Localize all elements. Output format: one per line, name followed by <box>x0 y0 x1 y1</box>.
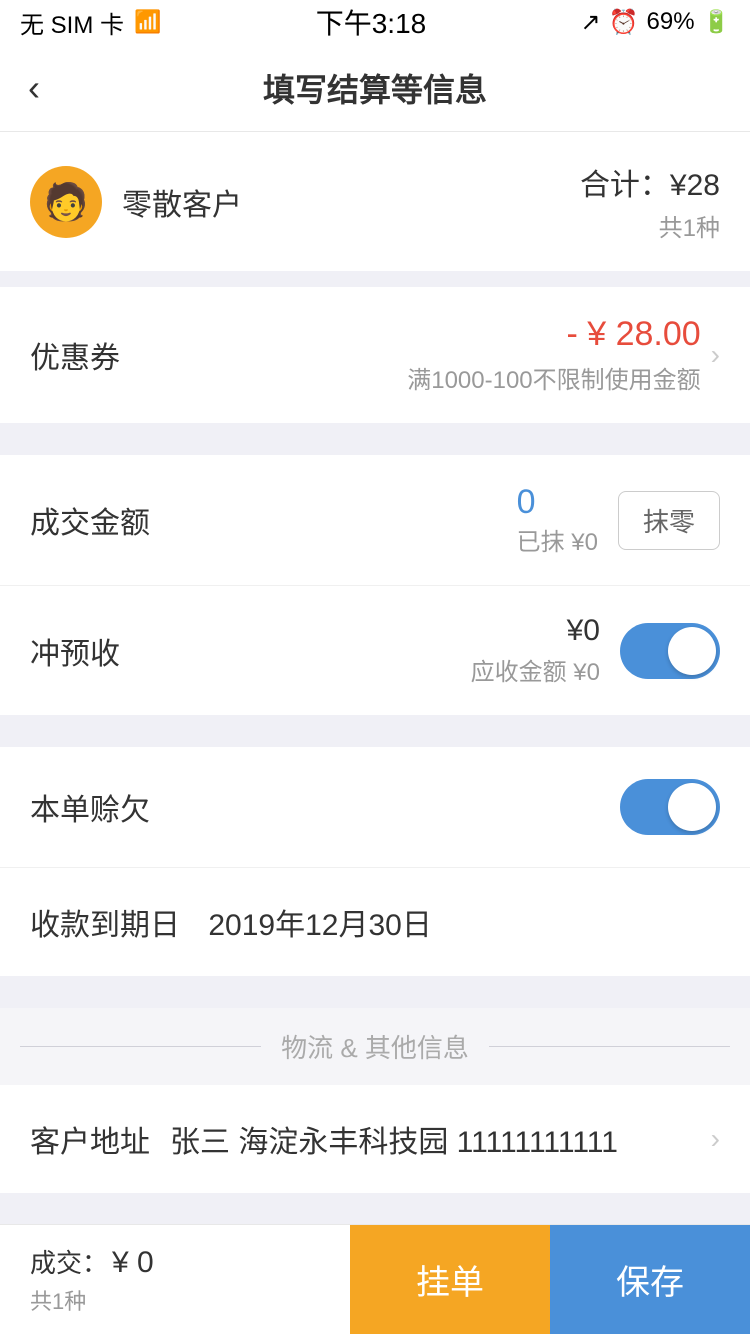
bottom-left: 成交： ¥ 0 共1种 <box>0 1243 350 1316</box>
deal-amount-section: 成交金额 0 已抹 ¥0 抹零 冲预收 ¥0 应收金额 ¥0 <box>0 455 750 715</box>
bottom-count: 共1种 <box>30 1284 320 1316</box>
carrier-text: 无 SIM 卡 <box>20 5 124 40</box>
bottom-deal-label: 成交： <box>30 1243 108 1280</box>
bottom-deal-value: ¥ 0 <box>112 1246 154 1280</box>
customer-left: 🧑 零散客户 <box>30 166 242 238</box>
chevron-right-icon: › <box>711 339 720 371</box>
coupon-row[interactable]: 优惠券 - ¥ 28.00 满1000-100不限制使用金额 › <box>0 287 750 423</box>
preadvance-toggle[interactable] <box>620 623 720 679</box>
preadvance-value-block: ¥0 应收金额 ¥0 <box>471 614 600 687</box>
due-date-label: 收款到期日 <box>30 909 180 942</box>
battery-icon: 🔋 <box>703 9 730 35</box>
debt-toggle[interactable] <box>620 779 720 835</box>
customer-section: 🧑 零散客户 合计：¥28 共1种 <box>0 132 750 271</box>
status-bar: 无 SIM 卡 📶 下午3:18 ↗ ⏰ 69% 🔋 <box>0 0 750 44</box>
preadvance-label: 冲预收 <box>30 629 120 673</box>
avatar-icon: 🧑 <box>44 181 89 223</box>
save-button[interactable]: 保存 <box>550 1225 750 1334</box>
address-row[interactable]: 客户地址 张三 海淀永丰科技园 11111111111 › <box>0 1085 750 1193</box>
deal-amount-value-block: 0 已抹 ¥0 <box>517 483 598 557</box>
address-chevron-icon: › <box>711 1123 720 1155</box>
customer-total: 合计：¥28 <box>580 160 720 204</box>
status-time: 下午3:18 <box>316 2 427 42</box>
divider-line-left <box>20 1046 261 1047</box>
deal-amount-sub: 已抹 ¥0 <box>517 522 598 557</box>
customer-right: 合计：¥28 共1种 <box>580 160 720 243</box>
address-label: 客户地址 <box>30 1117 150 1161</box>
toggle-knob <box>668 627 716 675</box>
deal-amount-row: 成交金额 0 已抹 ¥0 抹零 <box>0 455 750 585</box>
coupon-value-block: - ¥ 28.00 满1000-100不限制使用金额 <box>407 315 700 395</box>
due-date-value: 2019年12月30日 <box>208 909 431 942</box>
debt-toggle-knob <box>668 783 716 831</box>
hang-button[interactable]: 挂单 <box>350 1225 550 1334</box>
separator-1 <box>0 439 750 455</box>
deal-amount-value: 0 <box>517 483 598 522</box>
debt-section: 本单赊欠 收款到期日 2019年12月30日 <box>0 747 750 976</box>
location-icon: ↗ <box>581 8 601 37</box>
back-button[interactable]: ‹ <box>28 67 40 109</box>
separator-2 <box>0 731 750 747</box>
coupon-label: 优惠券 <box>30 333 120 377</box>
address-value: 张三 海淀永丰科技园 11111111111 <box>170 1117 711 1161</box>
debt-row: 本单赊欠 <box>0 747 750 868</box>
preadvance-value: ¥0 <box>471 614 600 648</box>
deal-amount-label: 成交金额 <box>30 498 150 542</box>
coupon-value: - ¥ 28.00 <box>407 315 700 354</box>
customer-row: 🧑 零散客户 合计：¥28 共1种 <box>0 132 750 271</box>
wifi-icon: 📶 <box>134 9 161 35</box>
coupon-right: - ¥ 28.00 满1000-100不限制使用金额 › <box>407 315 720 395</box>
header: ‹ 填写结算等信息 <box>0 44 750 132</box>
alarm-icon: ⏰ <box>609 8 639 37</box>
round-off-button[interactable]: 抹零 <box>618 491 720 550</box>
status-right: ↗ ⏰ 69% 🔋 <box>581 8 730 37</box>
customer-name: 零散客户 <box>122 180 242 224</box>
bottom-bar: 成交： ¥ 0 共1种 挂单 保存 <box>0 1224 750 1334</box>
preadvance-sub: 应收金额 ¥0 <box>471 652 600 687</box>
separator-3 <box>0 992 750 1008</box>
status-left: 无 SIM 卡 📶 <box>20 5 161 40</box>
coupon-sub: 满1000-100不限制使用金额 <box>407 360 700 395</box>
deal-amount-right: 0 已抹 ¥0 抹零 <box>517 483 720 557</box>
coupon-section: 优惠券 - ¥ 28.00 满1000-100不限制使用金额 › <box>0 287 750 423</box>
divider-line-right <box>489 1046 730 1047</box>
due-date-row: 收款到期日 2019年12月30日 <box>0 868 750 976</box>
preadvance-row: 冲预收 ¥0 应收金额 ¥0 <box>0 585 750 715</box>
preadvance-right: ¥0 应收金额 ¥0 <box>471 614 720 687</box>
address-section: 客户地址 张三 海淀永丰科技园 11111111111 › <box>0 1085 750 1193</box>
page-title: 填写结算等信息 <box>263 65 487 111</box>
battery-text: 69% <box>647 8 695 36</box>
customer-count: 共1种 <box>580 208 720 243</box>
logistics-section: 物流 & 其他信息 <box>0 1008 750 1085</box>
logistics-label: 物流 & 其他信息 <box>281 1028 469 1065</box>
customer-avatar: 🧑 <box>30 166 102 238</box>
debt-label: 本单赊欠 <box>30 785 150 829</box>
